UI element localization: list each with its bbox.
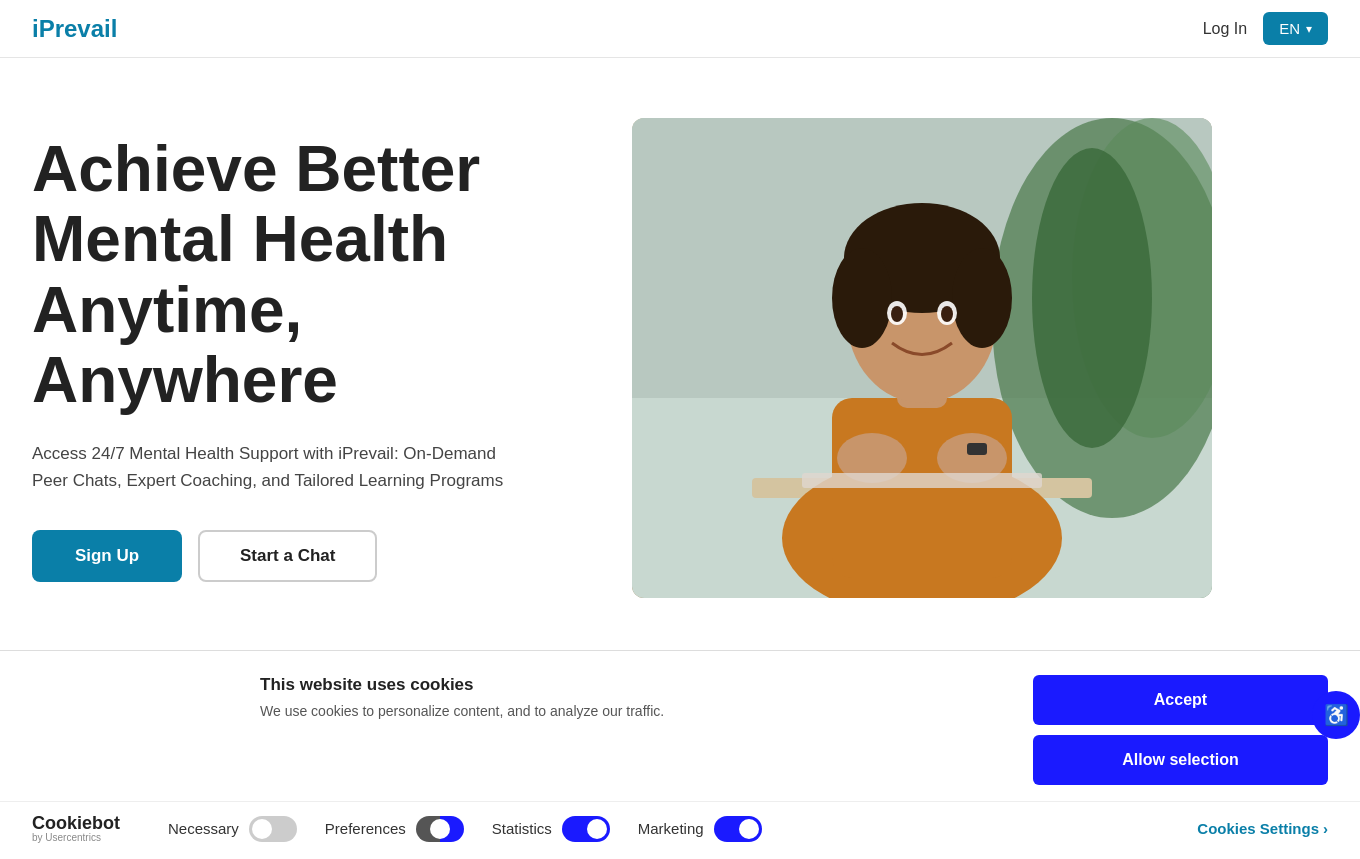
hero-content: Achieve Better Mental Health Anytime, An…	[32, 134, 592, 582]
header-right: Log In EN ▾	[1203, 12, 1328, 45]
svg-point-4	[1032, 148, 1152, 448]
svg-point-11	[832, 248, 892, 348]
logo-text: iPrevail	[32, 15, 117, 43]
header: iPrevail Log In EN ▾	[0, 0, 1360, 58]
svg-point-16	[941, 306, 953, 322]
language-button[interactable]: EN ▾	[1263, 12, 1328, 45]
signup-button[interactable]: Sign Up	[32, 530, 182, 582]
cookie-banner: This website uses cookies We use cookies…	[0, 650, 1360, 658]
hero-title: Achieve Better Mental Health Anytime, An…	[32, 134, 592, 416]
svg-rect-20	[802, 473, 1042, 488]
lang-label: EN	[1279, 20, 1300, 37]
svg-rect-19	[967, 443, 987, 455]
hero-section: Achieve Better Mental Health Anytime, An…	[0, 58, 1360, 658]
logo[interactable]: iPrevail	[32, 15, 117, 43]
hero-buttons: Sign Up Start a Chat	[32, 530, 592, 582]
start-chat-button[interactable]: Start a Chat	[198, 530, 377, 582]
chevron-down-icon: ▾	[1306, 22, 1312, 36]
cookie-top: This website uses cookies We use cookies…	[0, 651, 1360, 658]
hero-image	[632, 118, 1212, 598]
hero-photo	[632, 118, 1212, 598]
svg-point-15	[891, 306, 903, 322]
login-link[interactable]: Log In	[1203, 20, 1247, 38]
hero-subtitle: Access 24/7 Mental Health Support with i…	[32, 440, 512, 494]
svg-point-12	[952, 248, 1012, 348]
